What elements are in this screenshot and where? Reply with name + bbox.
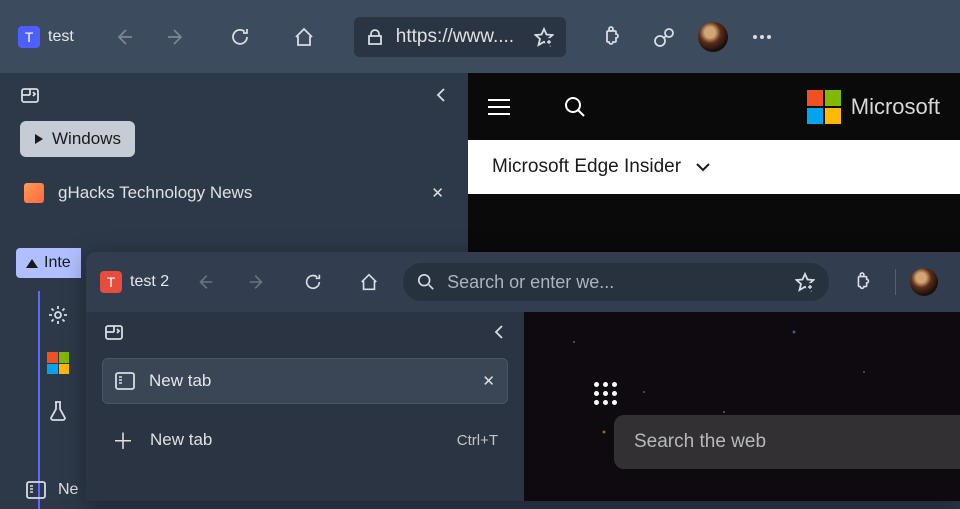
sidebar-bottom-item[interactable]: Ne	[16, 471, 88, 509]
search-placeholder: Search or enter we...	[447, 272, 614, 293]
tab-title: gHacks Technology News	[58, 183, 252, 203]
collections-button[interactable]	[642, 15, 686, 59]
play-icon	[34, 133, 44, 145]
web-search-box[interactable]: Search the web	[614, 415, 960, 469]
extensions-button[interactable]	[841, 260, 885, 304]
account-avatar[interactable]	[698, 22, 728, 52]
flask-icon[interactable]	[46, 399, 70, 423]
hamburger-menu[interactable]	[488, 99, 510, 115]
profile-label: test 2	[130, 273, 169, 291]
close-tab-icon[interactable]: ✕	[431, 184, 444, 202]
back-button[interactable]	[183, 260, 227, 304]
settings-menu-button[interactable]	[740, 15, 784, 59]
profile-button[interactable]: T test 2	[100, 271, 169, 293]
profile-label: test	[48, 28, 74, 46]
home-button[interactable]	[347, 260, 391, 304]
toolbar: T test https://www....	[0, 0, 960, 73]
browser-window-2: T test 2 Search or enter we...	[86, 252, 960, 501]
forward-button[interactable]	[154, 15, 198, 59]
tab-new-tab[interactable]: New tab ✕	[102, 358, 508, 404]
page-content: Search the web	[524, 312, 960, 501]
page-subheader[interactable]: Microsoft Edge Insider	[468, 140, 960, 194]
address-bar[interactable]: Search or enter we...	[403, 263, 829, 301]
windows-group[interactable]: Windows	[20, 121, 135, 157]
new-tab-page-icon	[26, 481, 46, 499]
url-text: https://www....	[396, 26, 514, 48]
back-button[interactable]	[102, 15, 146, 59]
microsoft-tab-icon[interactable]	[46, 351, 70, 375]
tab-ghacks[interactable]: gHacks Technology News ✕	[16, 173, 452, 213]
subheader-text: Microsoft Edge Insider	[492, 156, 681, 178]
selected-tab-partial[interactable]: Inte	[16, 248, 81, 278]
toolbar: T test 2 Search or enter we...	[86, 252, 960, 312]
apps-grid-icon[interactable]	[594, 382, 617, 405]
shortcut-text: Ctrl+T	[457, 432, 498, 449]
tab-title: New tab	[149, 371, 211, 391]
search-icon	[417, 273, 435, 291]
address-bar[interactable]: https://www....	[354, 17, 566, 57]
divider	[895, 269, 896, 295]
forward-button[interactable]	[235, 260, 279, 304]
brand-text: Microsoft	[851, 94, 940, 120]
settings-icon[interactable]	[46, 303, 70, 327]
plus-icon: ＋	[112, 424, 134, 456]
chevron-down-icon	[695, 162, 711, 172]
refresh-button[interactable]	[291, 260, 335, 304]
extensions-button[interactable]	[590, 15, 634, 59]
search-placeholder: Search the web	[634, 431, 766, 453]
collapse-icon[interactable]	[492, 323, 506, 341]
favorite-icon[interactable]	[795, 272, 815, 292]
favorite-icon[interactable]	[534, 27, 554, 47]
tabs-icon[interactable]	[20, 85, 40, 105]
new-tab-page-icon	[115, 372, 135, 390]
account-avatar[interactable]	[910, 268, 938, 296]
sound-icon	[26, 259, 38, 268]
group-label: Windows	[52, 129, 121, 149]
profile-initial: T	[100, 271, 122, 293]
microsoft-logo[interactable]: Microsoft	[807, 90, 940, 124]
lock-icon	[366, 28, 384, 46]
collapse-icon[interactable]	[434, 86, 448, 104]
profile-initial: T	[18, 26, 40, 48]
new-tab-button[interactable]: ＋ New tab Ctrl+T	[100, 412, 510, 468]
new-tab-label: New tab	[150, 430, 212, 450]
home-button[interactable]	[282, 15, 326, 59]
tabs-icon[interactable]	[104, 322, 124, 342]
vertical-tabs-sidebar: New tab ✕ ＋ New tab Ctrl+T	[86, 312, 524, 501]
favicon-icon	[24, 183, 44, 203]
background-image	[524, 312, 960, 501]
refresh-button[interactable]	[218, 15, 262, 59]
profile-button[interactable]: T test	[18, 26, 74, 48]
search-icon[interactable]	[564, 96, 586, 118]
close-tab-icon[interactable]: ✕	[482, 372, 495, 390]
